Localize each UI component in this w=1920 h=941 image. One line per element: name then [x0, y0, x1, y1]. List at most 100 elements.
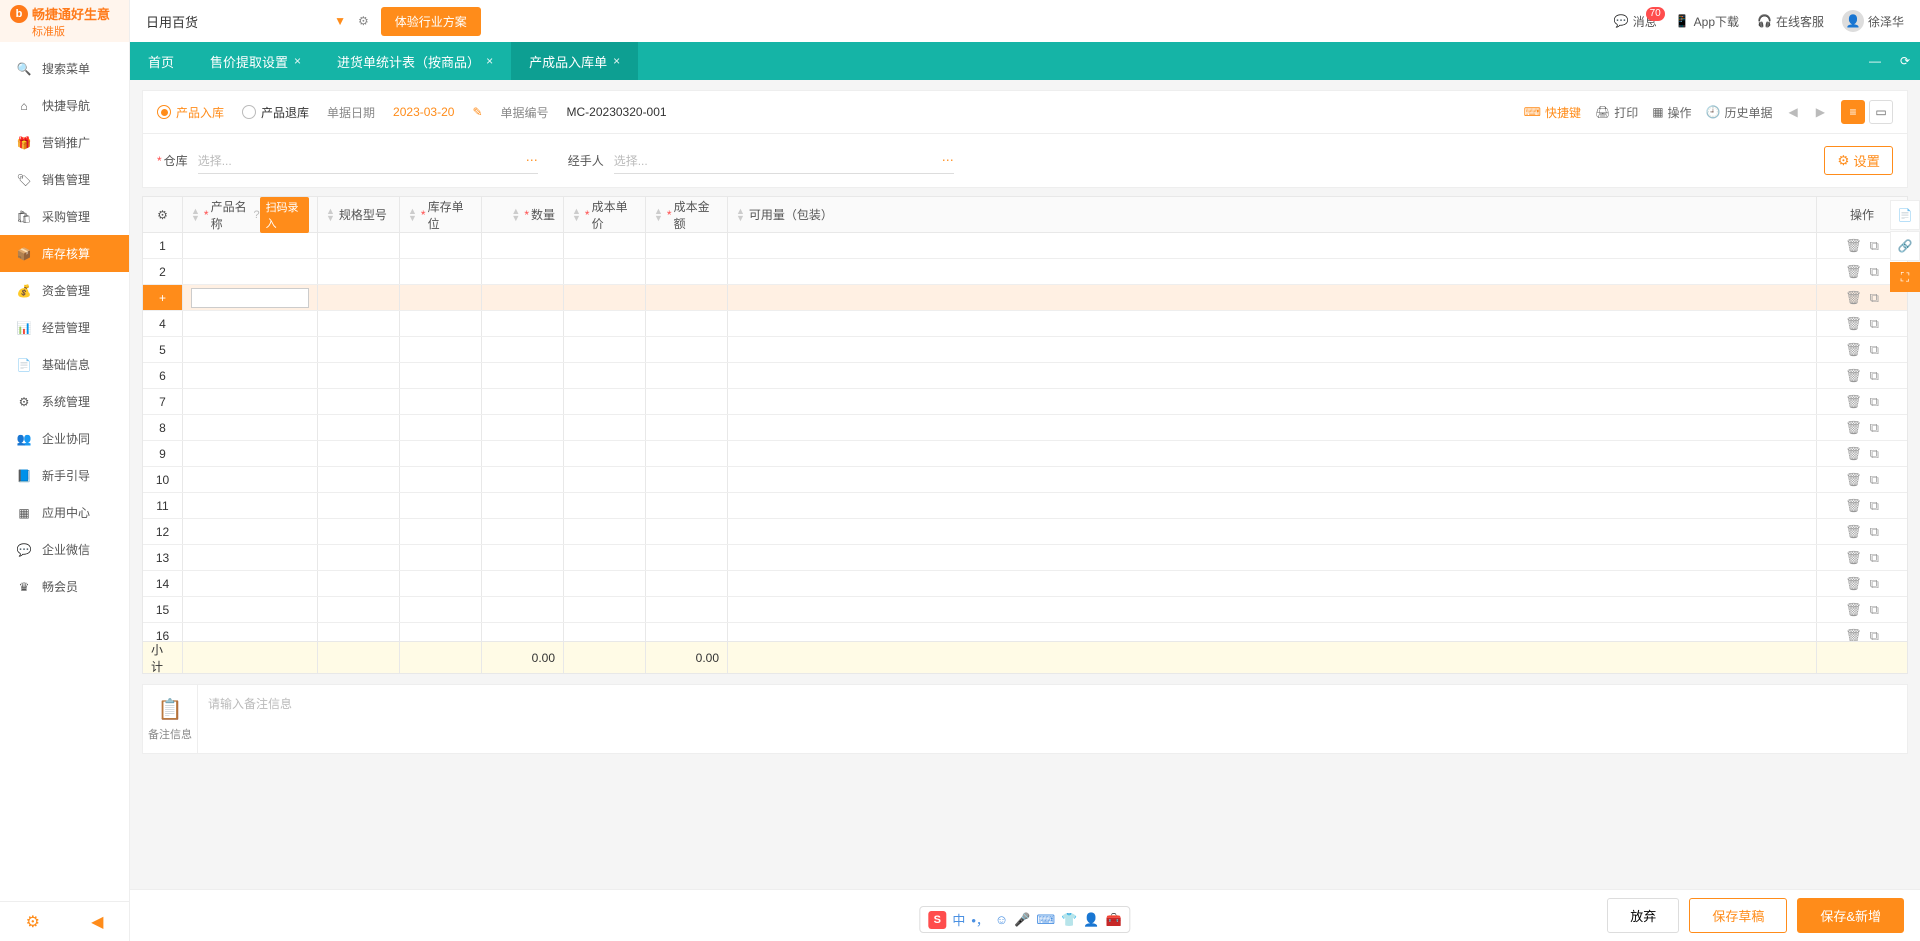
copy-row-icon[interactable]: ⧉: [1870, 264, 1879, 280]
copy-row-icon[interactable]: ⧉: [1870, 368, 1879, 384]
delete-row-icon[interactable]: 🗑: [1845, 602, 1862, 618]
prev-doc-button[interactable]: ◀: [1787, 105, 1800, 119]
remarks-input[interactable]: [198, 685, 1907, 753]
delete-row-icon[interactable]: 🗑: [1845, 238, 1862, 254]
table-row[interactable]: 7 🗑 ⧉: [143, 389, 1907, 415]
delete-row-icon[interactable]: 🗑: [1845, 524, 1862, 540]
table-row[interactable]: 15 🗑 ⧉: [143, 597, 1907, 623]
messages-button[interactable]: 💬 消息 70: [1614, 13, 1657, 30]
handler-select[interactable]: 选择... ⋯: [614, 148, 954, 174]
tab[interactable]: 产成品入库单×: [511, 42, 638, 80]
copy-row-icon[interactable]: ⧉: [1870, 602, 1879, 618]
delete-row-icon[interactable]: 🗑: [1845, 368, 1862, 384]
copy-row-icon[interactable]: ⧉: [1870, 420, 1879, 436]
date-value[interactable]: 2023-03-20: [393, 105, 454, 119]
tab[interactable]: 售价提取设置×: [192, 42, 319, 80]
close-icon[interactable]: ×: [613, 54, 620, 68]
sidebar-item-guide[interactable]: 📘新手引导: [0, 457, 129, 494]
category-settings-icon[interactable]: ⚙: [358, 14, 369, 28]
delete-row-icon[interactable]: 🗑: [1845, 342, 1862, 358]
delete-row-icon[interactable]: 🗑: [1845, 628, 1862, 642]
sidebar-item-team[interactable]: 👥企业协同: [0, 420, 129, 457]
view-list-button[interactable]: ≡: [1841, 100, 1865, 124]
delete-row-icon[interactable]: 🗑: [1845, 550, 1862, 566]
sidebar-item-gift[interactable]: 🎁营销推广: [0, 124, 129, 161]
warehouse-select[interactable]: 选择... ⋯: [198, 148, 538, 174]
sidebar-item-apps[interactable]: ▦应用中心: [0, 494, 129, 531]
ime-punct-icon[interactable]: •，: [971, 910, 989, 929]
copy-row-icon[interactable]: ⧉: [1870, 628, 1879, 642]
sidebar-item-doc[interactable]: 📄基础信息: [0, 346, 129, 383]
delete-row-icon[interactable]: 🗑: [1845, 316, 1862, 332]
delete-row-icon[interactable]: 🗑: [1845, 264, 1862, 280]
shortcut-link[interactable]: ⌨ 快捷键: [1524, 104, 1581, 121]
table-row[interactable]: 14 🗑 ⧉: [143, 571, 1907, 597]
copy-row-icon[interactable]: ⧉: [1870, 498, 1879, 514]
add-row-icon[interactable]: +: [155, 290, 171, 306]
copy-row-icon[interactable]: ⧉: [1870, 446, 1879, 462]
save-draft-button[interactable]: 保存草稿: [1689, 898, 1787, 933]
tab[interactable]: 首页: [130, 42, 192, 80]
col-product-name[interactable]: ▲▼ *产品名称 ? 扫码录入: [183, 197, 318, 232]
copy-row-icon[interactable]: ⧉: [1870, 290, 1879, 306]
table-row[interactable]: 8 🗑 ⧉: [143, 415, 1907, 441]
delete-row-icon[interactable]: 🗑: [1845, 498, 1862, 514]
ime-toolbar[interactable]: S 中 •， ☺ 🎤 ⌨ 👕 👤 🧰: [919, 906, 1130, 933]
col-available[interactable]: ▲▼ 可用量（包装）: [728, 197, 1817, 232]
experience-button[interactable]: 体验行业方案: [381, 7, 481, 36]
col-amount[interactable]: ▲▼ *成本金额: [646, 197, 728, 232]
copy-row-icon[interactable]: ⧉: [1870, 238, 1879, 254]
col-spec[interactable]: ▲▼ 规格型号: [318, 197, 400, 232]
filter-settings-button[interactable]: ⚙ 设置: [1824, 146, 1893, 175]
tab[interactable]: 进货单统计表（按商品）×: [319, 42, 511, 80]
float-link-icon[interactable]: 🔗: [1890, 231, 1920, 261]
product-name-input[interactable]: [191, 288, 309, 308]
scan-input-button[interactable]: 扫码录入: [260, 197, 309, 233]
table-row[interactable]: 11 🗑 ⧉: [143, 493, 1907, 519]
sidebar-item-search[interactable]: 🔍搜索菜单: [0, 50, 129, 87]
user-menu[interactable]: 👤 徐泽华: [1842, 10, 1904, 32]
radio-product-out[interactable]: 产品退库: [242, 104, 309, 121]
table-row[interactable]: 13 🗑 ⧉: [143, 545, 1907, 571]
sidebar-item-home[interactable]: ⌂快捷导航: [0, 87, 129, 124]
next-doc-button[interactable]: ▶: [1814, 105, 1827, 119]
table-row[interactable]: 1 🗑 ⧉: [143, 233, 1907, 259]
table-row[interactable]: 16 🗑 ⧉: [143, 623, 1907, 641]
view-card-button[interactable]: ▭: [1869, 100, 1893, 124]
col-qty[interactable]: ▲▼ *数量: [482, 197, 564, 232]
tab-minimize-button[interactable]: —: [1860, 42, 1890, 80]
delete-row-icon[interactable]: 🗑: [1845, 394, 1862, 410]
close-icon[interactable]: ×: [294, 54, 301, 68]
print-link[interactable]: 🖨 打印: [1595, 104, 1638, 121]
table-row[interactable]: 5 🗑 ⧉: [143, 337, 1907, 363]
delete-row-icon[interactable]: 🗑: [1845, 420, 1862, 436]
ime-toolbox-icon[interactable]: 🧰: [1106, 912, 1122, 928]
float-expand-icon[interactable]: ⛶: [1890, 262, 1920, 292]
ime-lang[interactable]: 中: [952, 910, 965, 929]
col-unit[interactable]: ▲▼ *库存单位: [400, 197, 482, 232]
delete-row-icon[interactable]: 🗑: [1845, 576, 1862, 592]
delete-row-icon[interactable]: 🗑: [1845, 446, 1862, 462]
copy-row-icon[interactable]: ⧉: [1870, 394, 1879, 410]
ime-user-icon[interactable]: 👤: [1083, 912, 1099, 928]
table-row[interactable]: 10 🗑 ⧉: [143, 467, 1907, 493]
tab-refresh-button[interactable]: ⟳: [1890, 42, 1920, 80]
sidebar-item-box[interactable]: 📦库存核算: [0, 235, 129, 272]
sidebar-item-wechat[interactable]: 💬企业微信: [0, 531, 129, 568]
close-icon[interactable]: ×: [486, 54, 493, 68]
sidebar-item-money[interactable]: 💰资金管理: [0, 272, 129, 309]
ime-keyboard-icon[interactable]: ⌨: [1036, 912, 1055, 928]
discard-button[interactable]: 放弃: [1607, 898, 1679, 933]
ime-skin-icon[interactable]: 👕: [1061, 912, 1077, 928]
sidebar-collapse-icon[interactable]: ◀: [91, 912, 103, 932]
table-row[interactable]: 4 🗑 ⧉: [143, 311, 1907, 337]
copy-row-icon[interactable]: ⧉: [1870, 576, 1879, 592]
copy-row-icon[interactable]: ⧉: [1870, 342, 1879, 358]
copy-row-icon[interactable]: ⧉: [1870, 472, 1879, 488]
sidebar-item-vip[interactable]: ♛畅会员: [0, 568, 129, 605]
col-settings[interactable]: ⚙: [143, 197, 183, 232]
sidebar-item-gear[interactable]: ⚙系统管理: [0, 383, 129, 420]
delete-row-icon[interactable]: 🗑: [1845, 290, 1862, 306]
ime-emoji-icon[interactable]: ☺: [995, 912, 1008, 927]
delete-row-icon[interactable]: 🗑: [1845, 472, 1862, 488]
